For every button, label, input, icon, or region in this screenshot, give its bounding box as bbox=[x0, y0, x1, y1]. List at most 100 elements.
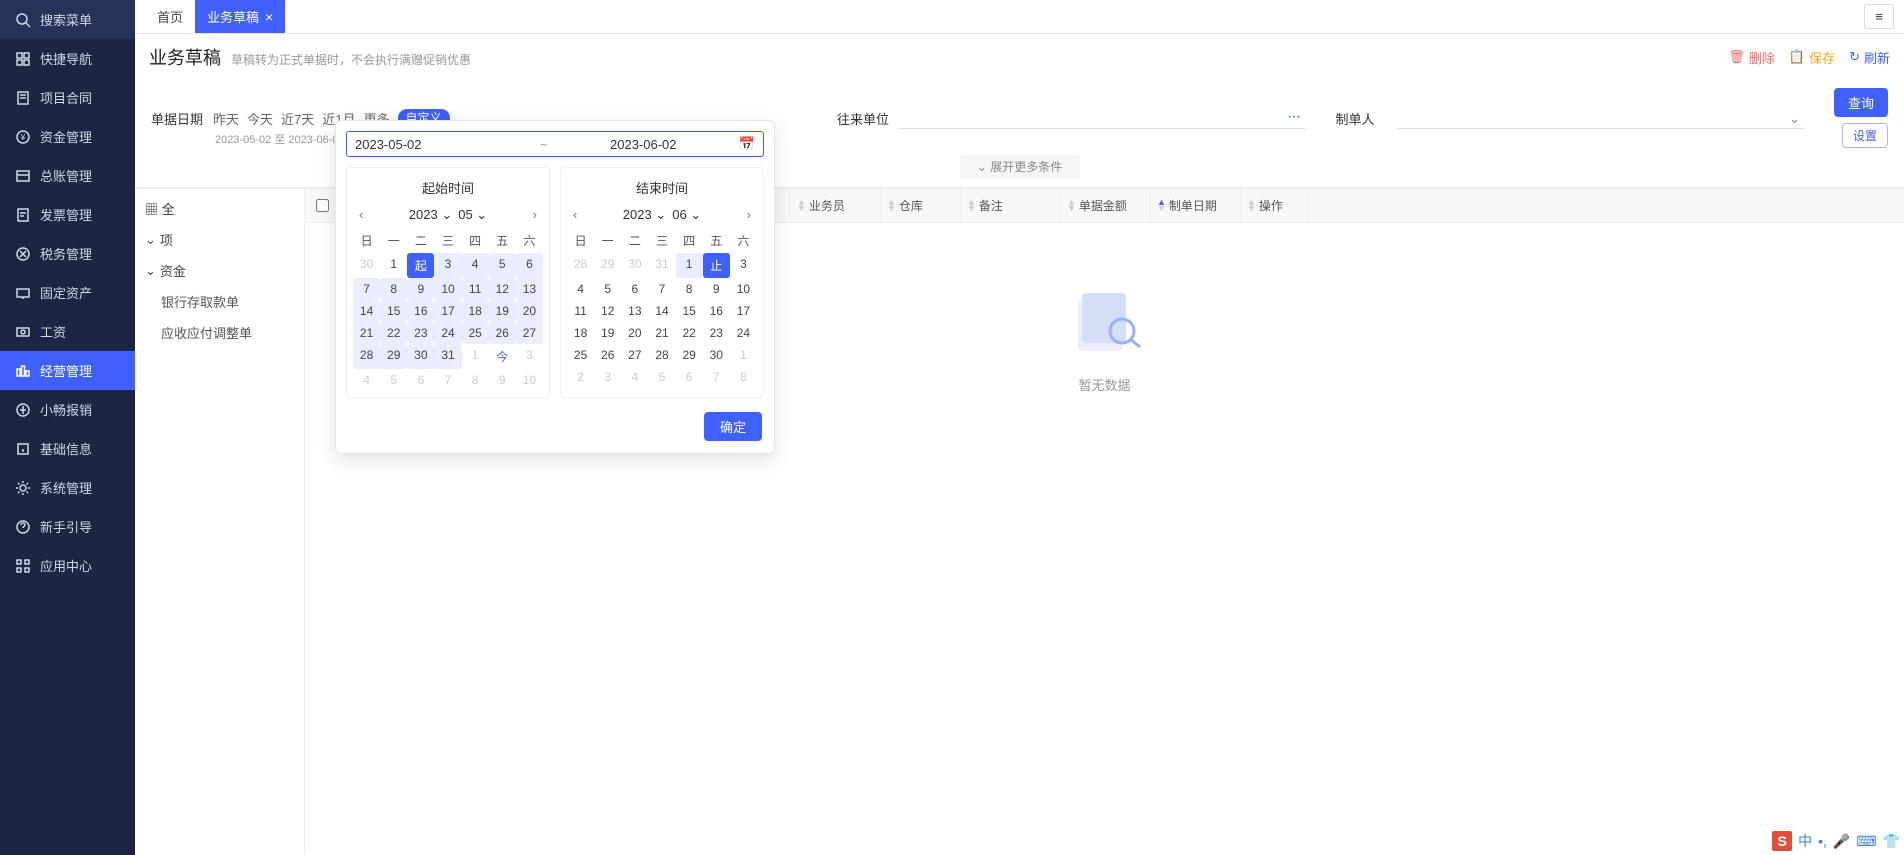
sidebar-item-doc[interactable]: 项目合同 bbox=[0, 78, 135, 117]
sidebar-item-coin[interactable]: ¥资金管理 bbox=[0, 117, 135, 156]
calendar-day[interactable]: 17 bbox=[730, 300, 757, 322]
calendar-day[interactable]: 20 bbox=[621, 322, 648, 344]
calendar-day[interactable]: 12 bbox=[489, 278, 516, 300]
calendar-day[interactable]: 6 bbox=[676, 366, 703, 388]
calendar-day[interactable]: 3 bbox=[434, 253, 461, 278]
calendar-day[interactable]: 27 bbox=[516, 322, 543, 344]
mic-icon[interactable]: 🎤 bbox=[1833, 833, 1850, 850]
prev-month-button[interactable]: ‹ bbox=[571, 205, 579, 224]
calendar-day[interactable]: 22 bbox=[676, 322, 703, 344]
calendar-day[interactable]: 1 bbox=[730, 344, 757, 366]
calendar-day[interactable]: 4 bbox=[567, 278, 594, 300]
calendar-day[interactable]: 16 bbox=[407, 300, 434, 322]
calendar-day[interactable]: 21 bbox=[648, 322, 675, 344]
date-preset[interactable]: 昨天 bbox=[213, 109, 239, 128]
calendar-day[interactable]: 26 bbox=[594, 344, 621, 366]
calendar-day[interactable]: 29 bbox=[380, 344, 407, 369]
calendar-day[interactable]: 23 bbox=[703, 322, 730, 344]
calendar-day[interactable]: 10 bbox=[730, 278, 757, 300]
sidebar-item-ledger[interactable]: 总账管理 bbox=[0, 156, 135, 195]
sidebar-item-guide[interactable]: 新手引导 bbox=[0, 507, 135, 546]
calendar-day[interactable]: 17 bbox=[434, 300, 461, 322]
calendar-day[interactable]: 3 bbox=[516, 344, 543, 369]
sidebar-item-biz[interactable]: 经营管理 bbox=[0, 351, 135, 390]
sidebar-item-info[interactable]: 基础信息 bbox=[0, 429, 135, 468]
sort-icon[interactable]: ▲▼ bbox=[1157, 200, 1166, 211]
prev-month-button[interactable]: ‹ bbox=[357, 205, 365, 224]
column-header[interactable]: ▲▼制单日期 bbox=[1151, 189, 1241, 222]
calendar-day[interactable]: 1 bbox=[462, 344, 489, 369]
calendar-day[interactable]: 18 bbox=[567, 322, 594, 344]
next-month-button[interactable]: › bbox=[745, 205, 753, 224]
sidebar-item-search[interactable]: 搜索菜单 bbox=[0, 0, 135, 39]
query-button[interactable]: 查询 bbox=[1834, 88, 1888, 117]
ime-badge-icon[interactable]: S bbox=[1772, 831, 1792, 851]
calendar-day[interactable]: 5 bbox=[648, 366, 675, 388]
column-header[interactable]: ▲▼业务员 bbox=[791, 189, 881, 222]
date-range-input[interactable]: 2023-05-02 ~ 2023-06-02 📅 bbox=[346, 131, 764, 157]
refresh-button[interactable]: ↻ 刷新 bbox=[1849, 48, 1890, 67]
calendar-day[interactable]: 25 bbox=[567, 344, 594, 366]
column-header[interactable]: ▲▼单据金额 bbox=[1061, 189, 1151, 222]
calendar-day[interactable]: 11 bbox=[567, 300, 594, 322]
panel-all-header[interactable]: ▦ 全 bbox=[145, 199, 294, 224]
calendar-day[interactable]: 20 bbox=[516, 300, 543, 322]
sort-icon[interactable]: ▲▼ bbox=[1247, 200, 1256, 211]
calendar-day[interactable]: 3 bbox=[594, 366, 621, 388]
sort-icon[interactable]: ▲▼ bbox=[967, 200, 976, 211]
sort-icon[interactable]: ▲▼ bbox=[797, 200, 806, 211]
calendar-day[interactable]: 5 bbox=[380, 369, 407, 391]
calendar-day[interactable]: 30 bbox=[353, 253, 380, 278]
sidebar-item-receipt[interactable]: 发票管理 bbox=[0, 195, 135, 234]
column-header[interactable]: ▲▼操作 bbox=[1241, 189, 1309, 222]
calendar-day[interactable]: 22 bbox=[380, 322, 407, 344]
calendar-day[interactable]: 25 bbox=[462, 322, 489, 344]
sidebar-item-salary[interactable]: 工资 bbox=[0, 312, 135, 351]
calendar-day[interactable]: 14 bbox=[353, 300, 380, 322]
calendar-day[interactable]: 6 bbox=[407, 369, 434, 391]
delete-button[interactable]: 🗑 删除 bbox=[1728, 48, 1775, 67]
calendar-day[interactable]: 8 bbox=[380, 278, 407, 300]
save-button[interactable]: 📋 保存 bbox=[1789, 48, 1835, 67]
calendar-day[interactable]: 11 bbox=[462, 278, 489, 300]
calendar-day[interactable]: 15 bbox=[676, 300, 703, 322]
calendar-day[interactable]: 30 bbox=[407, 344, 434, 369]
partner-input[interactable]: ⋯ bbox=[899, 107, 1306, 129]
month-select[interactable]: 05 ⌄ bbox=[458, 207, 487, 223]
calendar-day[interactable]: 24 bbox=[730, 322, 757, 344]
calendar-day[interactable]: 10 bbox=[434, 278, 461, 300]
calendar-day[interactable]: 9 bbox=[489, 369, 516, 391]
keyboard-icon[interactable]: ⌨ bbox=[1856, 833, 1876, 850]
calendar-day[interactable]: 16 bbox=[703, 300, 730, 322]
calendar-day[interactable]: 28 bbox=[353, 344, 380, 369]
sidebar-item-tax[interactable]: 税务管理 bbox=[0, 234, 135, 273]
next-month-button[interactable]: › bbox=[531, 205, 539, 224]
calendar-day[interactable]: 31 bbox=[648, 253, 675, 278]
calendar-day[interactable]: 8 bbox=[462, 369, 489, 391]
lookup-icon[interactable]: ⋯ bbox=[1287, 109, 1301, 125]
calendar-day[interactable]: 9 bbox=[703, 278, 730, 300]
calendar-day[interactable]: 8 bbox=[676, 278, 703, 300]
calendar-day[interactable]: 7 bbox=[353, 278, 380, 300]
close-icon[interactable]: × bbox=[265, 9, 273, 25]
calendar-day[interactable]: 1 bbox=[676, 253, 703, 278]
sidebar-item-asset[interactable]: 固定资产 bbox=[0, 273, 135, 312]
calendar-day[interactable]: 21 bbox=[353, 322, 380, 344]
calendar-day[interactable]: 3 bbox=[730, 253, 757, 278]
calendar-day[interactable]: 12 bbox=[594, 300, 621, 322]
calendar-day[interactable]: 29 bbox=[676, 344, 703, 366]
month-select[interactable]: 06 ⌄ bbox=[672, 207, 701, 223]
calendar-day[interactable]: 2 bbox=[567, 366, 594, 388]
calendar-day[interactable]: 4 bbox=[353, 369, 380, 391]
calendar-day[interactable]: 9 bbox=[407, 278, 434, 300]
calendar-day[interactable]: 4 bbox=[462, 253, 489, 278]
calendar-day[interactable]: 6 bbox=[621, 278, 648, 300]
sort-icon[interactable]: ▲▼ bbox=[887, 200, 896, 211]
calendar-day[interactable]: 7 bbox=[434, 369, 461, 391]
sidebar-item-apps[interactable]: 应用中心 bbox=[0, 546, 135, 585]
column-header[interactable]: ▲▼仓库 bbox=[881, 189, 961, 222]
sidebar-item-grid[interactable]: 快捷导航 bbox=[0, 39, 135, 78]
shirt-icon[interactable]: 👕 bbox=[1883, 833, 1900, 850]
date-preset[interactable]: 今天 bbox=[247, 109, 273, 128]
calendar-day[interactable]: 19 bbox=[489, 300, 516, 322]
